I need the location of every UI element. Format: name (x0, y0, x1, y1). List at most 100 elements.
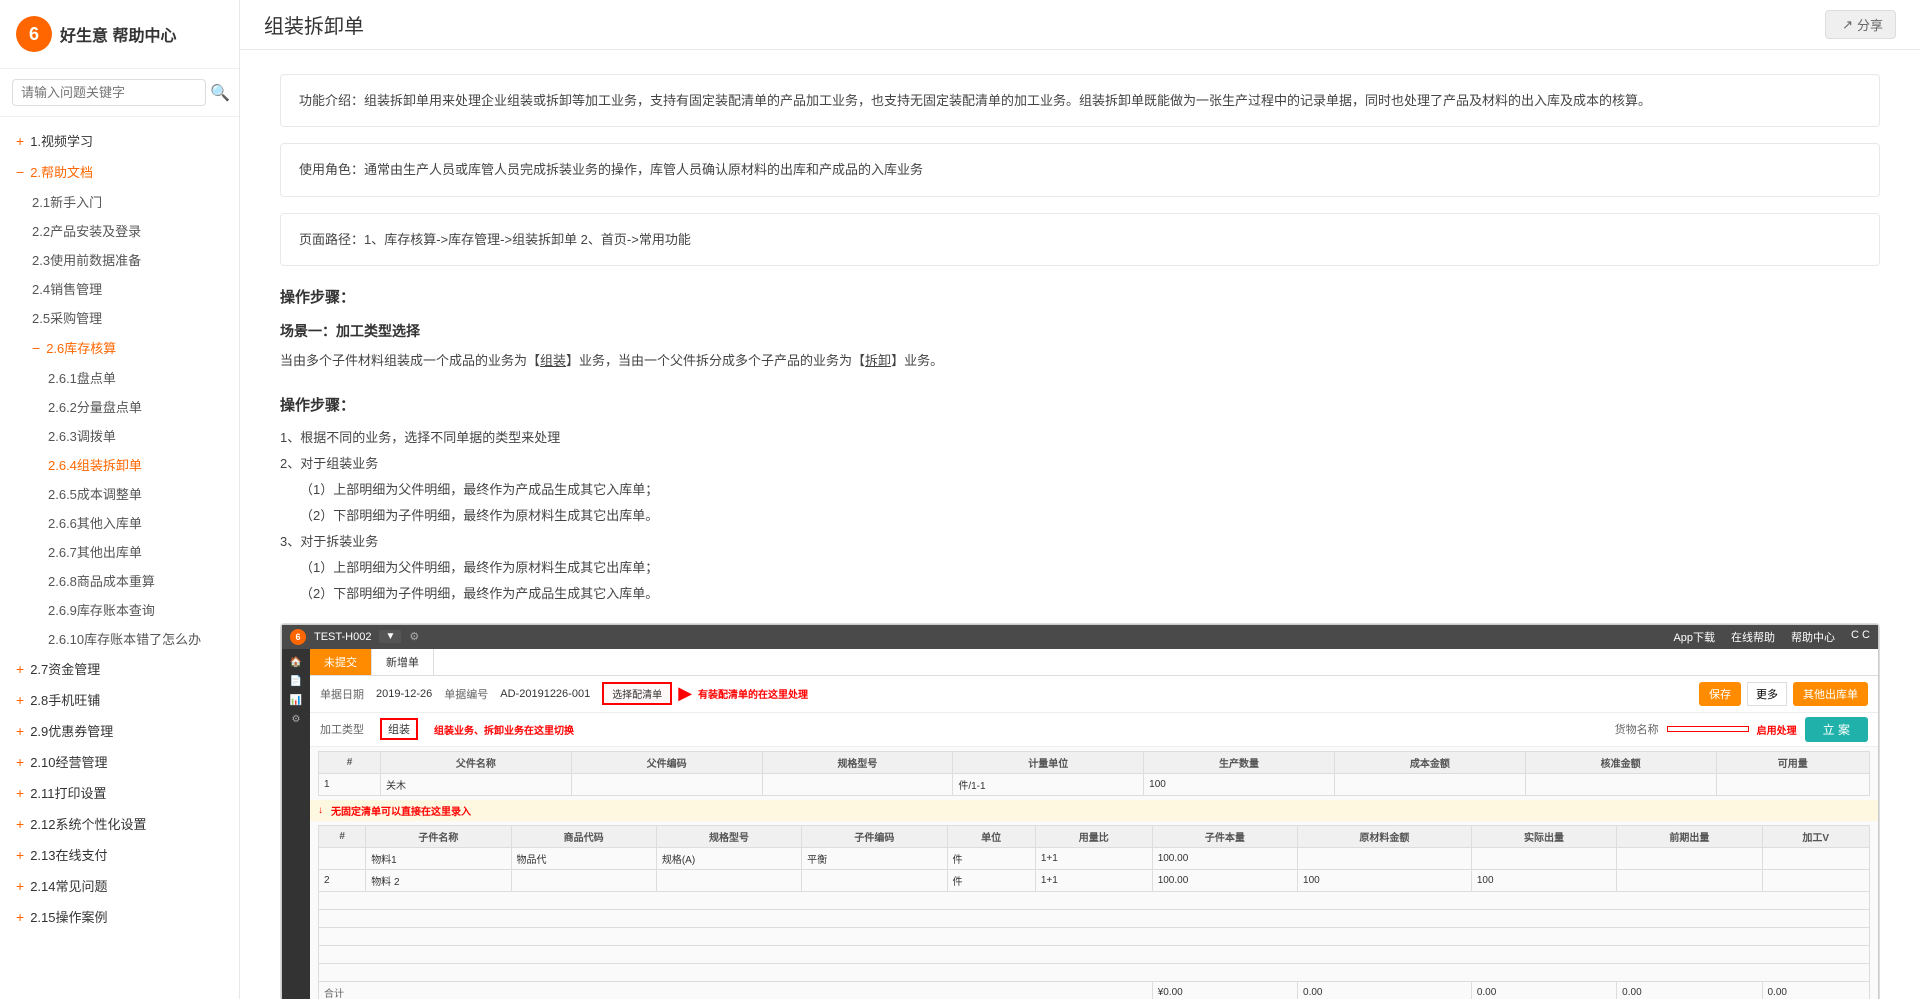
th-num: # (319, 751, 381, 773)
sidebar-item-2-3[interactable]: 2.3使用前数据准备 (0, 245, 239, 274)
sidebar-item-2-1[interactable]: 2.1新手入门 (0, 187, 239, 216)
step-3: 3、对于拆装业务 (280, 529, 1880, 555)
share-icon: ↗ (1842, 17, 1853, 33)
mock-upper-table-area: # 父件名称 父件编码 规格型号 计量单位 生产数量 成本金额 核准金额 (310, 747, 1878, 800)
ltd-actual (1471, 847, 1616, 869)
annotation-1-text: 有装配清单的在这里处理 (698, 686, 808, 701)
ltd-child-code-2 (802, 869, 947, 891)
sidebar-item-1[interactable]: + 1.视频学习 (0, 125, 239, 156)
mock-save-btn[interactable]: 保存 (1699, 682, 1741, 706)
td-parent-name: 关木 (380, 773, 571, 795)
sidebar-label-2-8: 2.8手机旺铺 (30, 690, 100, 709)
sidebar-item-2[interactable]: − 2.帮助文档 (0, 156, 239, 187)
mock-icon-chart: 📊 (290, 695, 302, 706)
lth-actual-out: 实际出量 (1471, 825, 1616, 847)
search-area: 🔍 (0, 69, 239, 117)
lth-child-code: 子件编码 (802, 825, 947, 847)
td-unit: 件/1-1 (953, 773, 1144, 795)
sidebar-item-2-2[interactable]: 2.2产品安装及登录 (0, 216, 239, 245)
sidebar-item-2-7[interactable]: + 2.7资金管理 (0, 653, 239, 684)
sidebar-label-2-13: 2.13在线支付 (30, 845, 107, 864)
sidebar-item-2-6-9[interactable]: 2.6.9库存账本查询 (0, 595, 239, 624)
lth-prev-out: 前期出量 (1617, 825, 1762, 847)
mock-lower-table: # 子件名称 商品代码 规格型号 子件编码 单位 用量比 子件本量 (318, 825, 1870, 999)
sidebar-item-2-13[interactable]: + 2.13在线支付 (0, 839, 239, 870)
sidebar-item-2-10[interactable]: + 2.10经营管理 (0, 746, 239, 777)
titlebar-left: 6 TEST-H002 ▼ ⚙ (290, 629, 419, 645)
lower-table-row: 2 物料 2 件 1+1 100.00 1 (319, 869, 1870, 891)
th-cost: 成本金额 (1334, 751, 1525, 773)
sidebar-item-2-6-5[interactable]: 2.6.5成本调整单 (0, 479, 239, 508)
mock-tabs: 未提交 新增单 (310, 649, 1878, 676)
th-spec: 规格型号 (762, 751, 953, 773)
ops-steps-title: 操作步骤： (280, 394, 1880, 415)
mock-confirm-btn[interactable]: 立 案 (1805, 717, 1868, 742)
gear-icon[interactable]: ⚙ (409, 630, 419, 643)
titlebar-text: TEST-H002 (314, 631, 371, 643)
down-arrow-icon: ↓ (318, 805, 323, 816)
sidebar-item-2-6-2[interactable]: 2.6.2分量盘点单 (0, 392, 239, 421)
sidebar-label-1: 1.视频学习 (30, 131, 93, 150)
mock-form-header: 单据日期 2019-12-26 单据编号 AD-20191226-001 选择配… (310, 676, 1878, 713)
sidebar-item-2-6[interactable]: − 2.6库存核算 (0, 332, 239, 363)
sidebar-item-2-8[interactable]: + 2.8手机旺铺 (0, 684, 239, 715)
search-icon[interactable]: 🔍 (210, 83, 230, 103)
screenshot-inner: 6 TEST-H002 ▼ ⚙ App下载 在线帮助 帮助中心 C C (281, 624, 1879, 999)
mock-submit-btn[interactable]: 其他出库单 (1793, 682, 1868, 706)
plus-icon-1: + (16, 133, 24, 149)
lth-unit: 单位 (947, 825, 1035, 847)
footer-val-5: 0.00 (1762, 981, 1870, 999)
sidebar-item-2-6-7[interactable]: 2.6.7其他出库单 (0, 537, 239, 566)
ltd-spec-2 (656, 869, 801, 891)
sidebar-item-2-6-10[interactable]: 2.6.10库存账本错了怎么办 (0, 624, 239, 653)
mock-main: 未提交 新增单 单据日期 2019-12-26 单据编号 AD-20191226… (310, 649, 1878, 999)
td-parent-code (571, 773, 762, 795)
role-text: 使用角色：通常由生产人员或库管人员完成拆装业务的操作，库管人员确认原材料的出库和… (299, 162, 923, 177)
sidebar-item-2-6-8[interactable]: 2.6.8商品成本重算 (0, 566, 239, 595)
mock-tab-1[interactable]: 未提交 (310, 649, 372, 675)
mock-subrow-right: 货物名称 启用处理 立 案 (1615, 717, 1868, 742)
mock-icon-doc: 📄 (290, 676, 302, 687)
th-parent-name: 父件名称 (380, 751, 571, 773)
search-input[interactable] (12, 79, 206, 106)
lower-table-row (319, 891, 1870, 909)
sidebar-item-2-6-6[interactable]: 2.6.6其他入库单 (0, 508, 239, 537)
share-button[interactable]: ↗ 分享 (1825, 10, 1896, 39)
sidebar-item-2-11[interactable]: + 2.11打印设置 (0, 777, 239, 808)
plus-icon-2-9: + (16, 723, 24, 739)
mock-tab-2[interactable]: 新增单 (372, 649, 434, 675)
mock-more-btn[interactable]: 更多 (1747, 682, 1787, 706)
mock-body: 🏠 📄 📊 ⚙ 未提交 新增单 (282, 649, 1878, 999)
ltd-num (319, 847, 366, 869)
titlebar-dropdown[interactable]: ▼ (379, 630, 401, 643)
sidebar-item-2-6-4[interactable]: 2.6.4组装拆卸单 (0, 450, 239, 479)
app-icon: 6 (290, 629, 306, 645)
step-3-2: （2）下部明细为子件明细，最终作为产成品生成其它入库单。 (280, 581, 1880, 607)
ltd-unit-2: 件 (947, 869, 1035, 891)
right-arrow-icon: ▶ (678, 683, 692, 704)
path-box: 页面路径：1、库存核算->库存管理->组装拆卸单 2、首页->常用功能 (280, 213, 1880, 266)
sidebar-label-2: 2.帮助文档 (30, 162, 93, 181)
sidebar-item-2-14[interactable]: + 2.14常见问题 (0, 870, 239, 901)
sidebar-item-2-4[interactable]: 2.4销售管理 (0, 274, 239, 303)
step-2: 2、对于组装业务 (280, 451, 1880, 477)
lth-material-cost: 原材料金额 (1298, 825, 1472, 847)
sidebar-label-2-10: 2.10经营管理 (30, 752, 107, 771)
sidebar-label-2-14: 2.14常见问题 (30, 876, 107, 895)
lower-table-footer: 合计 ¥0.00 0.00 0.00 0.00 0.00 (319, 981, 1870, 999)
ltd-ratio-2: 1+1 (1035, 869, 1152, 891)
mock-window: 6 TEST-H002 ▼ ⚙ App下载 在线帮助 帮助中心 C C (281, 624, 1879, 999)
sidebar-item-2-15[interactable]: + 2.15操作案例 (0, 901, 239, 932)
ltd-ratio: 1+1 (1035, 847, 1152, 869)
sidebar-label-2-6: 2.6库存核算 (46, 338, 116, 357)
ltd-actual-2: 100 (1471, 869, 1616, 891)
mock-code-value: AD-20191226-001 (500, 688, 590, 700)
sidebar-item-2-9[interactable]: + 2.9优惠券管理 (0, 715, 239, 746)
lth-child-name: 子件名称 (366, 825, 511, 847)
annotation-4-area: 启用处理 (1757, 722, 1797, 737)
mock-goods-label: 货物名称 (1615, 721, 1659, 737)
sidebar-item-2-6-1[interactable]: 2.6.1盘点单 (0, 363, 239, 392)
sidebar-item-2-6-3[interactable]: 2.6.3调拨单 (0, 421, 239, 450)
sidebar-item-2-5[interactable]: 2.5采购管理 (0, 303, 239, 332)
sidebar-item-2-12[interactable]: + 2.12系统个性化设置 (0, 808, 239, 839)
